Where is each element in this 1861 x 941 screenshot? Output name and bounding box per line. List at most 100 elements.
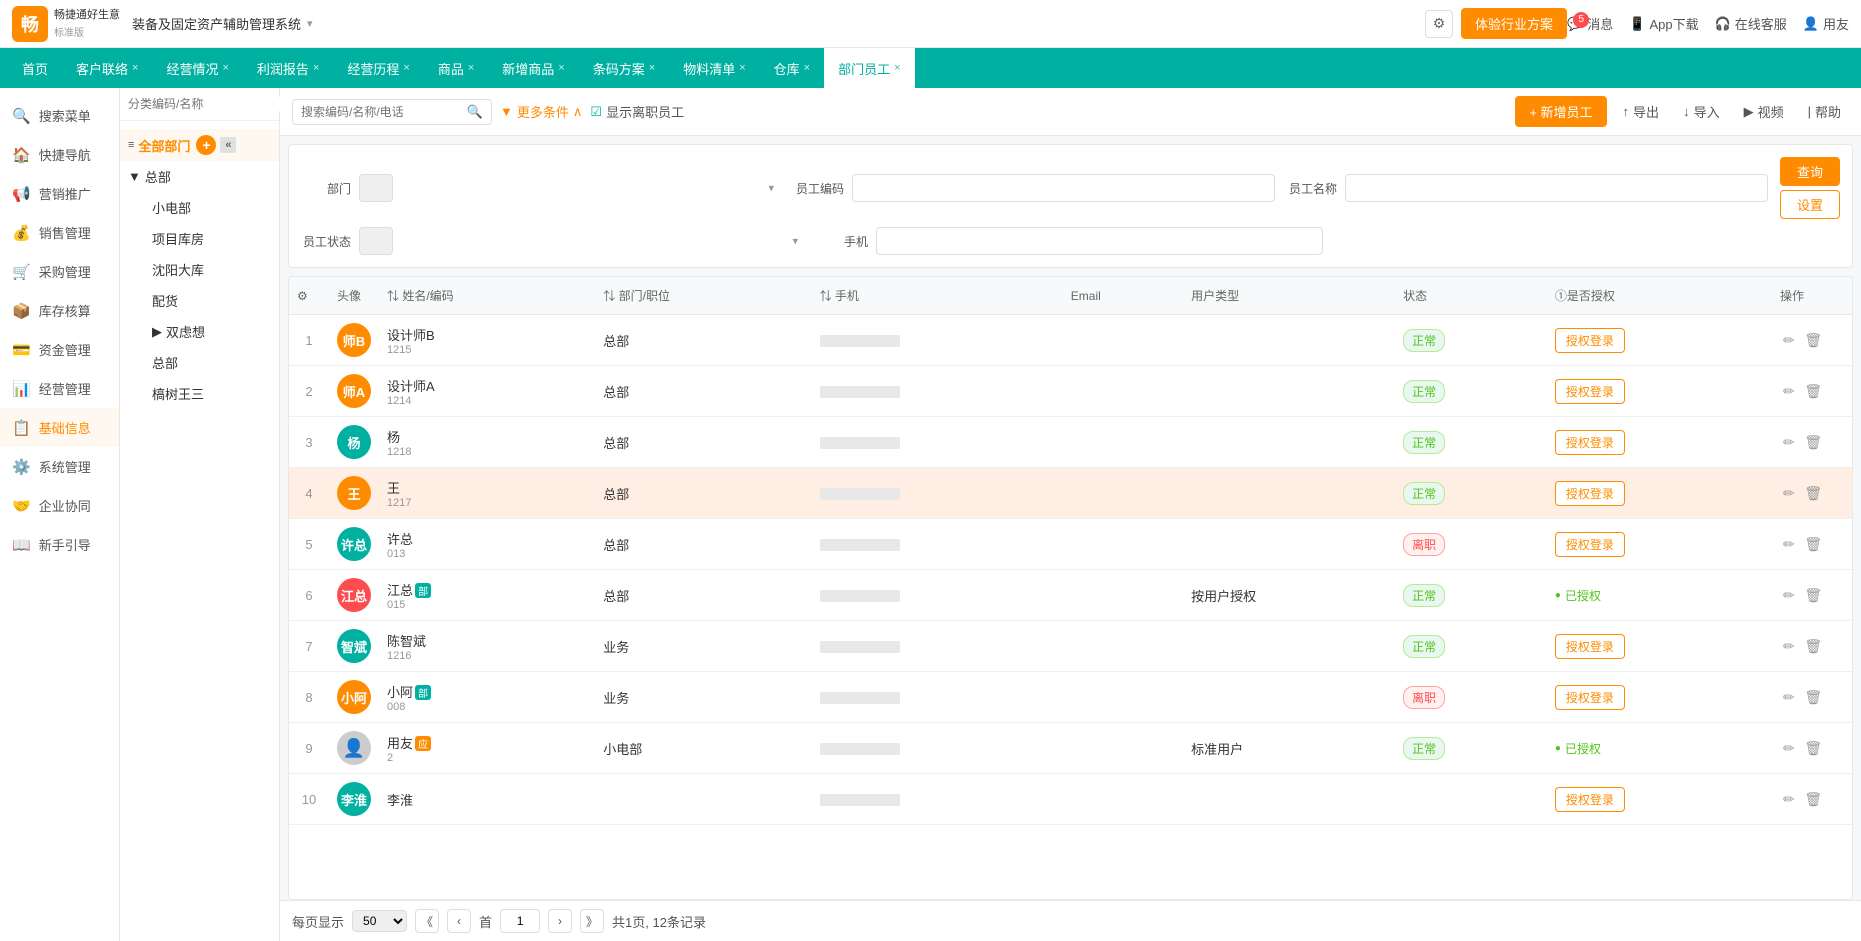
tab-warehouse[interactable]: 仓库 × bbox=[760, 48, 824, 88]
tab-department[interactable]: 部门员工 × bbox=[824, 48, 914, 88]
delete-button[interactable]: 🗑 bbox=[1804, 434, 1822, 450]
last-page-button[interactable]: 》 bbox=[580, 909, 604, 933]
close-icon[interactable]: × bbox=[739, 62, 745, 74]
reset-button[interactable]: 设置 bbox=[1780, 190, 1840, 219]
th-dept[interactable]: ⇅ 部门/职位 bbox=[595, 277, 811, 315]
sidebar-item-search[interactable]: 🔍 搜索菜单 bbox=[0, 96, 119, 135]
app-download-button[interactable]: 📱 App下载 bbox=[1629, 14, 1698, 33]
sidebar-item-sales[interactable]: 💰 销售管理 bbox=[0, 213, 119, 252]
edit-button[interactable]: ✏ bbox=[1783, 587, 1795, 603]
tab-bom[interactable]: 物料清单 × bbox=[669, 48, 759, 88]
delete-button[interactable]: 🗑 bbox=[1804, 536, 1822, 552]
th-phone[interactable]: ⇅ 手机 bbox=[812, 277, 1063, 315]
export-button[interactable]: ↑ 导出 bbox=[1615, 98, 1668, 125]
dept-select[interactable] bbox=[359, 174, 393, 202]
page-number-input[interactable] bbox=[500, 909, 540, 933]
tab-profit[interactable]: 利润报告 × bbox=[243, 48, 333, 88]
auth-login-button[interactable]: 授权登录 bbox=[1555, 787, 1625, 812]
close-icon[interactable]: × bbox=[132, 62, 138, 74]
th-name[interactable]: ⇅ 姓名/编码 bbox=[379, 277, 595, 315]
dept-all-header[interactable]: ≡ 全部部门 + « bbox=[120, 129, 279, 161]
next-page-button[interactable]: › bbox=[548, 909, 572, 933]
close-icon[interactable]: × bbox=[403, 62, 409, 74]
dept-node-zongbu-child[interactable]: 总部 bbox=[140, 347, 279, 378]
gear-button[interactable]: ⚙ bbox=[1425, 10, 1453, 38]
auth-login-button[interactable]: 授权登录 bbox=[1555, 430, 1625, 455]
delete-button[interactable]: 🗑 bbox=[1804, 587, 1822, 603]
sidebar-item-basic[interactable]: 📋 基础信息 bbox=[0, 408, 119, 447]
edit-button[interactable]: ✏ bbox=[1783, 536, 1795, 552]
query-button[interactable]: 查询 bbox=[1780, 157, 1840, 186]
tab-add-goods[interactable]: 新增商品 × bbox=[488, 48, 578, 88]
add-employee-button[interactable]: + 新增员工 bbox=[1515, 96, 1606, 127]
user-menu[interactable]: 👤 用友 bbox=[1803, 14, 1849, 33]
sidebar-item-management[interactable]: 📊 经营管理 bbox=[0, 369, 119, 408]
delete-button[interactable]: 🗑 bbox=[1804, 383, 1822, 399]
edit-button[interactable]: ✏ bbox=[1783, 434, 1795, 450]
close-icon[interactable]: × bbox=[649, 62, 655, 74]
edit-button[interactable]: ✏ bbox=[1783, 638, 1795, 654]
sidebar-item-marketing[interactable]: 📢 营销推广 bbox=[0, 174, 119, 213]
dept-node-xiangmu[interactable]: 项目库房 bbox=[140, 223, 279, 254]
edit-button[interactable]: ✏ bbox=[1783, 383, 1795, 399]
edit-button[interactable]: ✏ bbox=[1783, 485, 1795, 501]
status-select[interactable] bbox=[359, 227, 393, 255]
dept-node-xiaodianbu[interactable]: 小电部 bbox=[140, 192, 279, 223]
tab-home[interactable]: 首页 bbox=[8, 48, 62, 88]
sidebar-item-inventory[interactable]: 📦 库存核算 bbox=[0, 291, 119, 330]
close-icon[interactable]: × bbox=[313, 62, 319, 74]
edit-button[interactable]: ✏ bbox=[1783, 689, 1795, 705]
delete-button[interactable]: 🗑 bbox=[1804, 791, 1822, 807]
view-button[interactable]: ▶ 视频 bbox=[1736, 98, 1792, 125]
auth-login-button[interactable]: 授权登录 bbox=[1555, 481, 1625, 506]
dept-node-peihuo[interactable]: 配货 bbox=[140, 285, 279, 316]
phone-input[interactable] bbox=[876, 227, 1323, 255]
delete-button[interactable]: 🗑 bbox=[1804, 689, 1822, 705]
delete-button[interactable]: 🗑 bbox=[1804, 740, 1822, 756]
search-submit-icon[interactable]: 🔍 bbox=[467, 104, 483, 120]
close-icon[interactable]: × bbox=[222, 62, 228, 74]
auth-login-button[interactable]: 授权登录 bbox=[1555, 328, 1625, 353]
emp-code-input[interactable] bbox=[852, 174, 1275, 202]
first-page-button[interactable]: 《 bbox=[415, 909, 439, 933]
online-service-button[interactable]: 🎧 在线客服 bbox=[1715, 14, 1787, 33]
import-button[interactable]: ↓ 导入 bbox=[1675, 98, 1728, 125]
dept-node-shuang[interactable]: ▶ 双虑想 bbox=[140, 316, 279, 347]
page-size-select[interactable]: 50 100 bbox=[352, 910, 407, 932]
more-filters-button[interactable]: ▼ 更多条件 ∧ bbox=[500, 102, 582, 121]
close-icon[interactable]: × bbox=[468, 62, 474, 74]
help-button[interactable]: | 帮助 bbox=[1800, 98, 1849, 125]
auth-login-button[interactable]: 授权登录 bbox=[1555, 532, 1625, 557]
edit-button[interactable]: ✏ bbox=[1783, 791, 1795, 807]
th-settings[interactable]: ⚙ bbox=[289, 277, 329, 315]
delete-button[interactable]: 🗑 bbox=[1804, 638, 1822, 654]
sidebar-item-finance[interactable]: 💳 资金管理 bbox=[0, 330, 119, 369]
delete-button[interactable]: 🗑 bbox=[1804, 485, 1822, 501]
dept-search-input[interactable] bbox=[128, 97, 283, 111]
close-icon[interactable]: × bbox=[894, 62, 900, 74]
edit-button[interactable]: ✏ bbox=[1783, 740, 1795, 756]
trial-button[interactable]: 体验行业方案 bbox=[1461, 8, 1567, 39]
sidebar-item-purchase[interactable]: 🛒 采购管理 bbox=[0, 252, 119, 291]
sidebar-item-collab[interactable]: 🤝 企业协同 bbox=[0, 486, 119, 525]
sidebar-item-guide[interactable]: 📖 新手引导 bbox=[0, 525, 119, 564]
show-inactive-toggle[interactable]: ☑ 显示离职员工 bbox=[590, 102, 684, 121]
dept-add-button[interactable]: + bbox=[196, 135, 216, 155]
auth-login-button[interactable]: 授权登录 bbox=[1555, 634, 1625, 659]
prev-page-button[interactable]: ‹ bbox=[447, 909, 471, 933]
tab-goods[interactable]: 商品 × bbox=[424, 48, 488, 88]
tab-history[interactable]: 经营历程 × bbox=[333, 48, 423, 88]
dept-node-shenyang[interactable]: 沈阳大库 bbox=[140, 254, 279, 285]
panel-collapse-button[interactable]: « bbox=[220, 137, 236, 153]
tab-barcode[interactable]: 条码方案 × bbox=[579, 48, 669, 88]
close-icon[interactable]: × bbox=[804, 62, 810, 74]
tab-customer[interactable]: 客户联络 × bbox=[62, 48, 152, 88]
employee-search-input[interactable] bbox=[301, 105, 467, 119]
delete-button[interactable]: 🗑 bbox=[1804, 332, 1822, 348]
dept-node-gaoshu[interactable]: 槁树王三 bbox=[140, 378, 279, 409]
close-icon[interactable]: × bbox=[558, 62, 564, 74]
auth-login-button[interactable]: 授权登录 bbox=[1555, 685, 1625, 710]
auth-login-button[interactable]: 授权登录 bbox=[1555, 379, 1625, 404]
sidebar-item-nav[interactable]: 🏠 快捷导航 bbox=[0, 135, 119, 174]
tab-operation[interactable]: 经营情况 × bbox=[152, 48, 242, 88]
